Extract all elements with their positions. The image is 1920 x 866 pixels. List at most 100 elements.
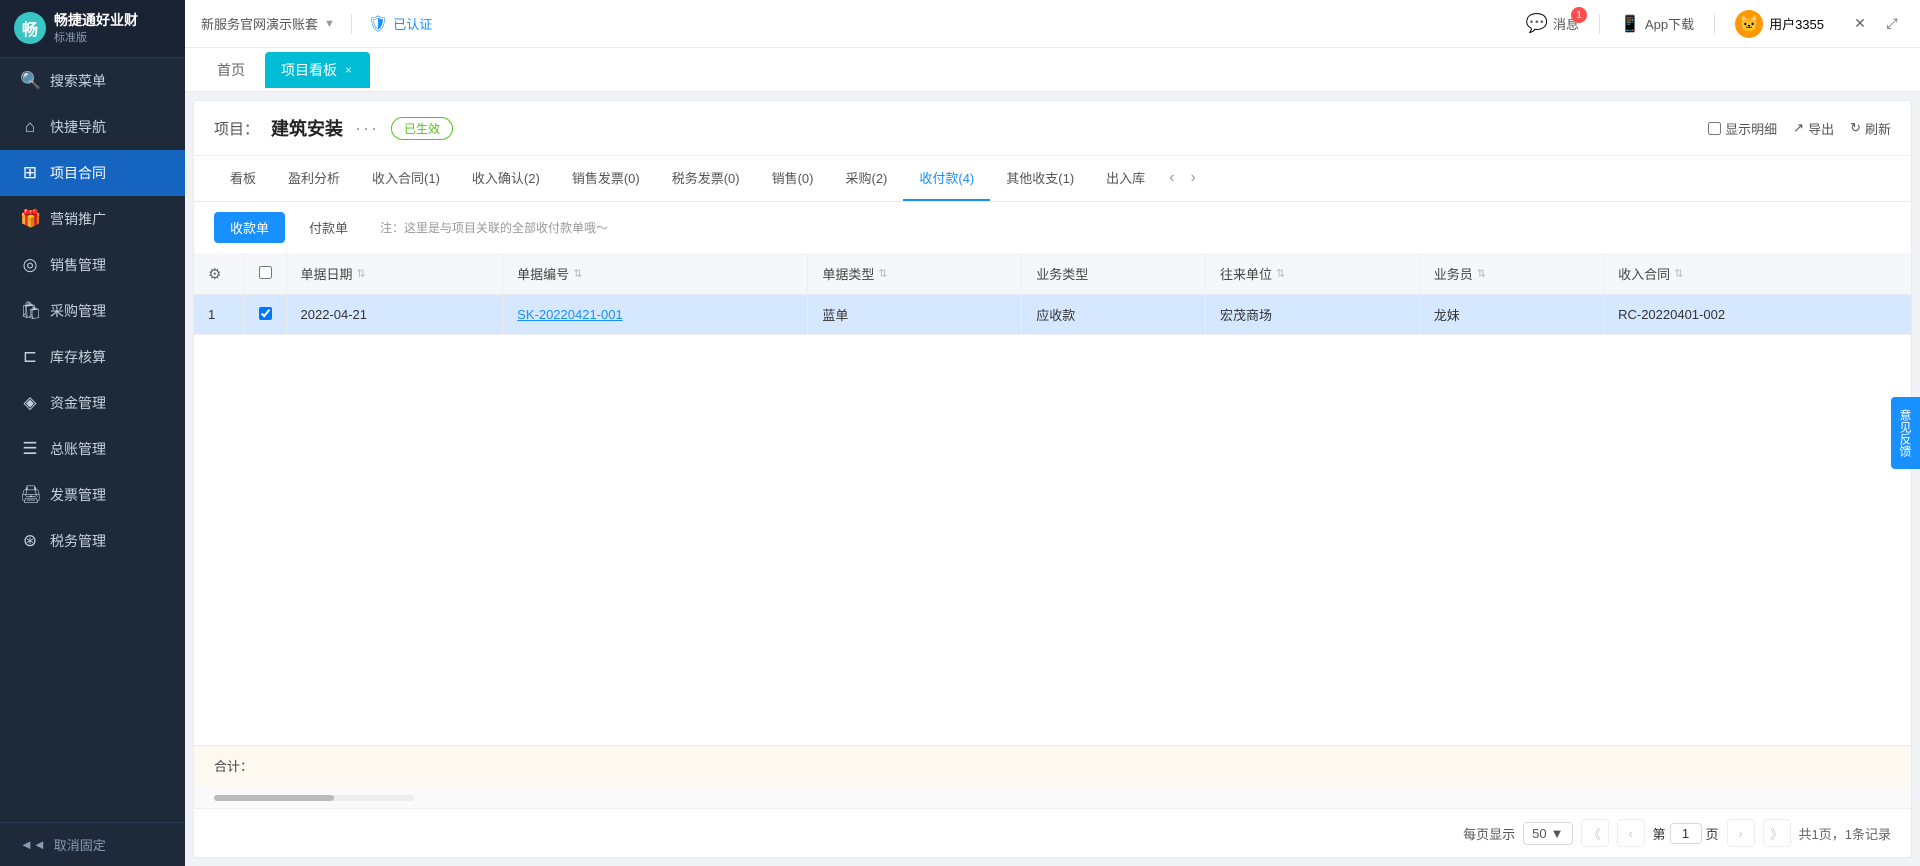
sub-tab-receipts[interactable]: 收款单 (214, 212, 285, 243)
workspace-name: 新服务官网演示账套 (201, 14, 318, 33)
sidebar-item-label: 项目合同 (50, 163, 106, 183)
feedback-label: 意见反馈 (1898, 409, 1912, 457)
nav-tab-tax-invoice[interactable]: 税务发票(0) (656, 156, 756, 201)
sidebar-item-marketing[interactable]: 🎁 营销推广 (0, 196, 185, 242)
sidebar-item-finance[interactable]: ◈ 资金管理 (0, 380, 185, 426)
message-icon: 💬 (1526, 13, 1548, 34)
sidebar-item-sales[interactable]: ◎ 销售管理 (0, 242, 185, 288)
show-detail-checkbox[interactable]: 显示明细 (1708, 119, 1777, 138)
nav-tab-sales[interactable]: 销售(0) (756, 156, 830, 201)
tab-project-board[interactable]: 项目看板 × (265, 52, 370, 88)
last-page-button[interactable]: 》 (1763, 819, 1791, 847)
summary-row: 合计： (194, 745, 1911, 785)
export-icon: ↗ (1793, 120, 1804, 136)
next-page-icon: › (1738, 826, 1742, 841)
first-page-icon: 《 (1588, 824, 1601, 843)
main-area: 新服务官网演示账套 ▼ 🛡 已认证 💬 消息 1 📱 App下载 🐱 用户335… (185, 0, 1920, 866)
show-detail-input[interactable] (1708, 122, 1721, 135)
sort-type-icon[interactable]: ⇅ (878, 267, 887, 280)
horizontal-scrollbar[interactable] (214, 795, 414, 801)
last-page-icon: 》 (1770, 824, 1783, 843)
select-all-checkbox[interactable] (259, 266, 272, 279)
nav-next-arrow[interactable]: › (1183, 161, 1204, 197)
purchase-icon: 🛍 (20, 301, 40, 321)
th-number[interactable]: 单据编号 ⇅ (503, 253, 808, 295)
nav-tab-sales-invoice[interactable]: 销售发票(0) (556, 156, 656, 201)
sort-salesman-icon[interactable]: ⇅ (1477, 267, 1486, 280)
certified-label: 已认证 (393, 14, 432, 33)
sub-tab-payments[interactable]: 付款单 (293, 212, 364, 243)
nav-tab-other-income[interactable]: 其他收支(1) (990, 156, 1090, 201)
tab-home[interactable]: 首页 (201, 52, 261, 88)
sidebar-item-purchase[interactable]: 🛍 采购管理 (0, 288, 185, 334)
invoice-icon: 🖨 (20, 485, 40, 505)
sort-contract-icon[interactable]: ⇅ (1674, 267, 1683, 280)
user-menu[interactable]: 🐱 用户3355 (1735, 10, 1824, 38)
nav-tab-profit[interactable]: 盈利分析 (272, 156, 356, 201)
table-row[interactable]: 1 2022-04-21 SK-20220421-001 蓝单 应收款 宏茂商场… (194, 295, 1911, 335)
td-type: 蓝单 (808, 295, 1022, 335)
per-page-select[interactable]: 50 ▼ (1523, 822, 1572, 845)
record-number-link[interactable]: SK-20220421-001 (517, 307, 623, 322)
project-icon: ⊞ (20, 163, 40, 183)
th-partner[interactable]: 往来单位 ⇅ (1206, 253, 1420, 295)
prev-page-button[interactable]: ‹ (1617, 819, 1645, 847)
row-checkbox[interactable] (259, 307, 272, 320)
window-controls: ✕ ⤢ (1848, 12, 1904, 36)
nav-tab-income-confirm[interactable]: 收入确认(2) (456, 156, 556, 201)
nav-prev-arrow[interactable]: ‹ (1161, 161, 1182, 197)
sort-date-icon[interactable]: ⇅ (357, 267, 366, 280)
th-salesman[interactable]: 业务员 ⇅ (1419, 253, 1603, 295)
th-biz-type: 业务类型 (1022, 253, 1206, 295)
data-table: ⚙ 单据日期 ⇅ 单据编号 (194, 253, 1911, 335)
workspace-selector[interactable]: 新服务官网演示账套 ▼ (201, 14, 335, 33)
tab-home-label: 首页 (217, 60, 245, 80)
sidebar-item-search[interactable]: 🔍 搜索菜单 (0, 58, 185, 104)
tax-icon: ⊛ (20, 531, 40, 551)
next-page-button[interactable]: › (1727, 819, 1755, 847)
nav-tab-income-contract[interactable]: 收入合同(1) (356, 156, 456, 201)
messages-badge: 1 (1571, 7, 1587, 23)
messages-button[interactable]: 💬 消息 1 (1526, 13, 1579, 34)
th-type[interactable]: 单据类型 ⇅ (808, 253, 1022, 295)
sidebar-item-tax[interactable]: ⊛ 税务管理 (0, 518, 185, 564)
maximize-button[interactable]: ⤢ (1880, 12, 1904, 36)
sidebar-item-project-contract[interactable]: ⊞ 项目合同 (0, 150, 185, 196)
scrollbar-thumb[interactable] (214, 795, 334, 801)
per-page-label: 每页显示 (1463, 824, 1515, 843)
td-checkbox[interactable] (244, 295, 286, 335)
current-page-input[interactable]: 1 (1670, 823, 1702, 844)
app-download-button[interactable]: 📱 App下载 (1620, 14, 1694, 34)
th-date[interactable]: 单据日期 ⇅ (286, 253, 503, 295)
sort-number-icon[interactable]: ⇅ (573, 267, 582, 280)
nav-tab-payment[interactable]: 收付款(4) (903, 156, 990, 201)
export-button[interactable]: ↗ 导出 (1793, 119, 1834, 138)
unpin-button[interactable]: ◄◄ 取消固定 (0, 822, 185, 866)
refresh-button[interactable]: ↻ 刷新 (1850, 119, 1891, 138)
unpin-icon: ◄◄ (20, 837, 46, 852)
project-label: 项目： (214, 118, 259, 139)
nav-tab-kanban[interactable]: 看板 (214, 156, 272, 201)
sidebar-item-inventory[interactable]: ⊏ 库存核算 (0, 334, 185, 380)
prev-page-icon: ‹ (1628, 826, 1632, 841)
pagination: 每页显示 50 ▼ 《 ‹ 第 1 页 › 》 共1页，1条记录 (194, 808, 1911, 857)
sidebar-item-invoice[interactable]: 🖨 发票管理 (0, 472, 185, 518)
td-biz-type: 应收款 (1022, 295, 1206, 335)
sidebar-item-quick-nav[interactable]: ⌂ 快捷导航 (0, 104, 185, 150)
nav-tab-purchase[interactable]: 采购(2) (829, 156, 903, 201)
first-page-button[interactable]: 《 (1581, 819, 1609, 847)
gear-icon[interactable]: ⚙ (208, 266, 221, 283)
td-contract: RC-20220401-002 (1604, 295, 1911, 335)
project-more-button[interactable]: ··· (355, 118, 379, 139)
feedback-button[interactable]: 意见反馈 (1891, 397, 1920, 469)
td-date: 2022-04-21 (286, 295, 503, 335)
sidebar-item-ledger[interactable]: ☰ 总账管理 (0, 426, 185, 472)
td-salesman: 龙妹 (1419, 295, 1603, 335)
nav-tab-storage[interactable]: 出入库 (1090, 156, 1161, 201)
sort-partner-icon[interactable]: ⇅ (1276, 267, 1285, 280)
td-number[interactable]: SK-20220421-001 (503, 295, 808, 335)
th-contract[interactable]: 收入合同 ⇅ (1604, 253, 1911, 295)
th-gear[interactable]: ⚙ (194, 253, 244, 295)
close-button[interactable]: ✕ (1848, 12, 1872, 36)
tab-close-icon[interactable]: × (343, 63, 354, 77)
